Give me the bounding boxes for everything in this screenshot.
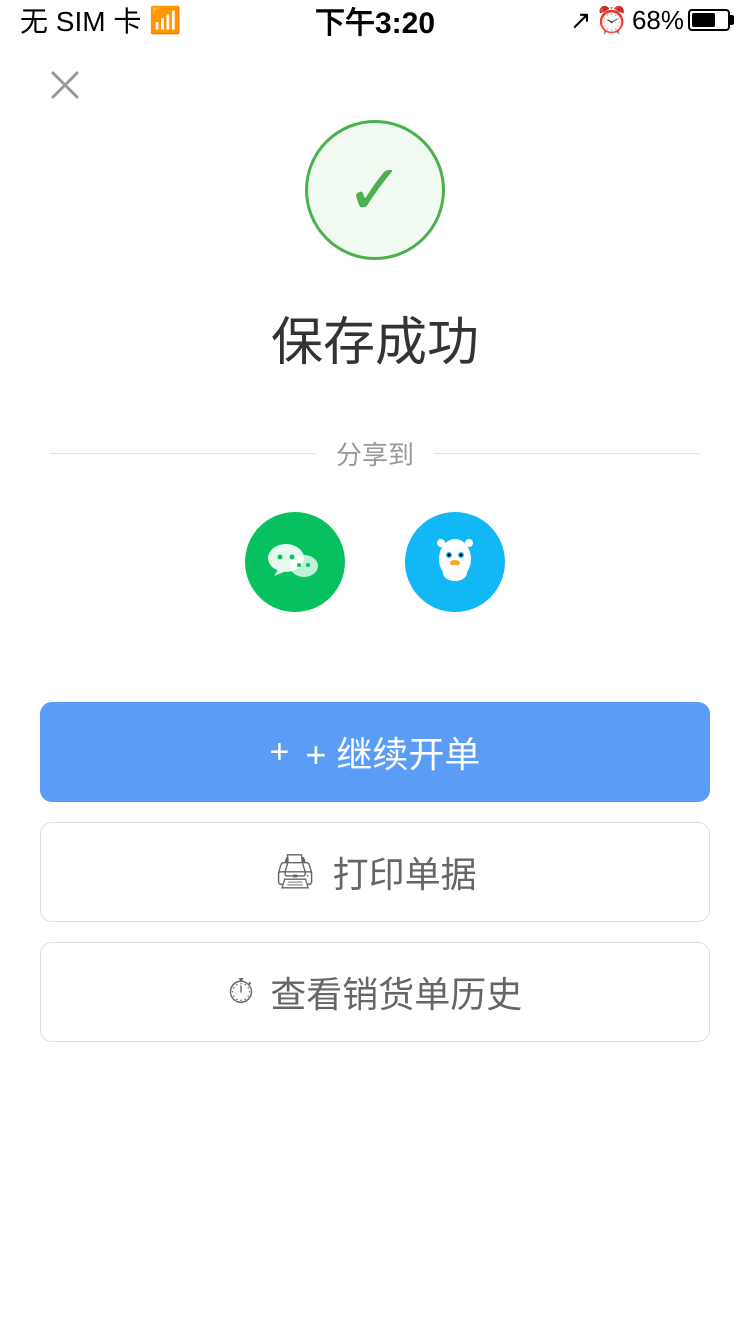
divider-left [50,453,316,454]
success-title: 保存成功 [271,300,479,375]
main-content: ✓ 保存成功 分享到 [0,40,750,1042]
checkmark-icon: ✓ [346,155,405,225]
divider-right [434,453,700,454]
history-icon: ⏱ [228,973,255,1012]
print-button[interactable]: 🖨 打印单据 [40,822,710,922]
qq-icon [426,533,484,591]
battery-fill [692,13,715,27]
success-circle: ✓ [305,120,445,260]
wechat-share-button[interactable] [245,512,345,612]
wechat-icon [266,538,324,586]
close-icon [47,67,83,103]
qq-share-button[interactable] [405,512,505,612]
action-buttons: + + 继续开单 🖨 打印单据 ⏱ 查看销货单历史 [0,702,750,1042]
continue-label: + 继续开单 [305,726,480,778]
status-left: 无 SIM 卡 📶 [20,0,182,40]
print-icon: 🖨 [273,852,316,892]
battery-icon [688,9,730,31]
share-section: 分享到 [0,435,750,612]
plus-icon: + [270,733,290,772]
status-time: 下午3:20 [315,0,435,42]
location-icon: ↗ [570,5,592,36]
status-right: ↗ ⏰ 68% [570,5,730,36]
no-sim-text: 无 SIM 卡 [20,0,141,40]
close-button[interactable] [40,60,90,110]
history-label: 查看销货单历史 [270,966,522,1018]
wifi-icon: 📶 [149,5,181,36]
alarm-icon: ⏰ [596,5,628,36]
share-divider: 分享到 [50,435,700,472]
battery-percent: 68% [632,5,684,36]
share-icons [50,512,700,612]
print-label: 打印单据 [333,846,477,898]
continue-button[interactable]: + + 继续开单 [40,702,710,802]
status-bar: 无 SIM 卡 📶 下午3:20 ↗ ⏰ 68% [0,0,750,40]
share-label: 分享到 [336,435,414,472]
history-button[interactable]: ⏱ 查看销货单历史 [40,942,710,1042]
